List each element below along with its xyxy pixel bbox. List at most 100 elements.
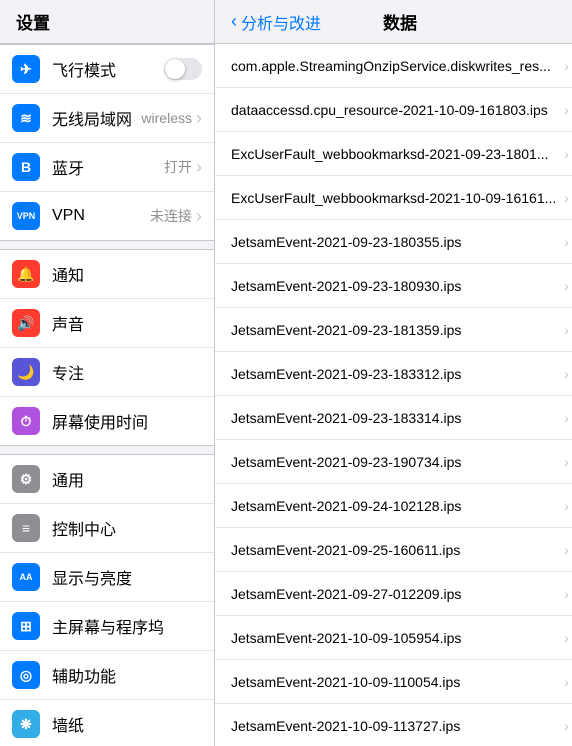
airplane-icon: ✈	[12, 55, 40, 83]
file-chevron-icon: ›	[564, 498, 569, 514]
wifi-value: wireless	[141, 110, 192, 126]
right-panel-title: 数据	[383, 9, 417, 34]
file-chevron-icon: ›	[564, 718, 569, 734]
bluetooth-label: 蓝牙	[52, 155, 164, 179]
bluetooth-icon: B	[12, 153, 40, 181]
sidebar-item-homescreen[interactable]: ⊞ 主屏幕与程序坞	[0, 602, 214, 651]
vpn-value: 未连接	[150, 206, 192, 226]
file-chevron-icon: ›	[564, 674, 569, 690]
file-list-item[interactable]: JetsamEvent-2021-10-09-113727.ips›	[215, 704, 572, 746]
sidebar-item-screentime[interactable]: ⏱ 屏幕使用时间	[0, 397, 214, 445]
file-list: com.apple.StreamingOnzipService.diskwrit…	[215, 44, 572, 746]
file-name: JetsamEvent-2021-09-23-180355.ips	[231, 234, 564, 250]
wallpaper-icon: ❋	[12, 710, 40, 738]
sidebar-item-sound[interactable]: 🔊 声音	[0, 299, 214, 348]
wifi-chevron-icon: ›	[196, 108, 202, 129]
right-header: ‹ 分析与改进 数据	[215, 0, 572, 44]
file-list-item[interactable]: JetsamEvent-2021-09-24-102128.ips›	[215, 484, 572, 528]
file-list-item[interactable]: JetsamEvent-2021-09-23-180355.ips›	[215, 220, 572, 264]
wifi-label: 无线局域网	[52, 106, 141, 130]
sidebar-item-airplane[interactable]: ✈ 飞行模式	[0, 45, 214, 94]
homescreen-label: 主屏幕与程序坞	[52, 614, 202, 638]
file-chevron-icon: ›	[564, 58, 569, 74]
file-list-item[interactable]: JetsamEvent-2021-09-23-181359.ips›	[215, 308, 572, 352]
bluetooth-value: 打开	[164, 157, 192, 177]
notification-label: 通知	[52, 262, 202, 286]
sidebar-item-wifi[interactable]: ≋无线局域网wireless›	[0, 94, 214, 143]
file-list-item[interactable]: JetsamEvent-2021-10-09-110054.ips›	[215, 660, 572, 704]
file-list-item[interactable]: JetsamEvent-2021-09-23-180930.ips›	[215, 264, 572, 308]
vpn-icon: VPN	[12, 202, 40, 230]
sidebar-item-accessibility[interactable]: ◎辅助功能	[0, 651, 214, 700]
file-chevron-icon: ›	[564, 454, 569, 470]
file-name: ExcUserFault_webbookmarksd-2021-10-09-16…	[231, 190, 564, 206]
file-name: JetsamEvent-2021-09-23-181359.ips	[231, 322, 564, 338]
file-list-item[interactable]: JetsamEvent-2021-09-23-183312.ips›	[215, 352, 572, 396]
file-name: JetsamEvent-2021-10-09-110054.ips	[231, 674, 564, 690]
file-list-item[interactable]: ExcUserFault_webbookmarksd-2021-10-09-16…	[215, 176, 572, 220]
file-list-item[interactable]: com.apple.StreamingOnzipService.diskwrit…	[215, 44, 572, 88]
display-label: 显示与亮度	[52, 565, 202, 589]
file-name: com.apple.StreamingOnzipService.diskwrit…	[231, 58, 564, 74]
controlcenter-label: 控制中心	[52, 516, 202, 540]
file-list-item[interactable]: dataaccessd.cpu_resource-2021-10-09-1618…	[215, 88, 572, 132]
file-name: JetsamEvent-2021-09-23-183312.ips	[231, 366, 564, 382]
file-chevron-icon: ›	[564, 410, 569, 426]
file-chevron-icon: ›	[564, 146, 569, 162]
airplane-toggle[interactable]	[164, 58, 202, 80]
file-chevron-icon: ›	[564, 366, 569, 382]
airplane-toggle-knob	[165, 59, 185, 79]
airplane-label: 飞行模式	[52, 57, 164, 81]
screentime-label: 屏幕使用时间	[52, 409, 202, 433]
file-list-item[interactable]: JetsamEvent-2021-09-23-183314.ips›	[215, 396, 572, 440]
general-icon: ⚙	[12, 465, 40, 493]
back-chevron-icon: ‹	[231, 11, 237, 32]
sidebar-content: ✈飞行模式≋无线局域网wireless›B蓝牙打开›VPNVPN未连接›🔔通知🔊…	[0, 44, 214, 746]
sidebar-group-2: ⚙通用≡控制中心AA显示与亮度⊞主屏幕与程序坞◎辅助功能❋墙纸◉Siri 与搜索…	[0, 454, 214, 746]
file-list-item[interactable]: ExcUserFault_webbookmarksd-2021-09-23-18…	[215, 132, 572, 176]
file-name: JetsamEvent-2021-09-23-190734.ips	[231, 454, 564, 470]
display-icon: AA	[12, 563, 40, 591]
screentime-icon: ⏱	[12, 407, 40, 435]
file-name: JetsamEvent-2021-09-24-102128.ips	[231, 498, 564, 514]
sound-label: 声音	[52, 311, 202, 335]
sound-icon: 🔊	[12, 309, 40, 337]
accessibility-label: 辅助功能	[52, 663, 202, 687]
file-list-item[interactable]: JetsamEvent-2021-09-27-012209.ips›	[215, 572, 572, 616]
sidebar-item-focus[interactable]: 🌙 专注	[0, 348, 214, 397]
back-button[interactable]: ‹ 分析与改进	[231, 10, 321, 34]
sidebar-item-controlcenter[interactable]: ≡控制中心	[0, 504, 214, 553]
sidebar-group-0: ✈飞行模式≋无线局域网wireless›B蓝牙打开›VPNVPN未连接›	[0, 44, 214, 241]
vpn-label: VPN	[52, 207, 150, 225]
sidebar-item-vpn[interactable]: VPNVPN未连接›	[0, 192, 214, 240]
sidebar-item-bluetooth[interactable]: B蓝牙打开›	[0, 143, 214, 192]
file-list-item[interactable]: JetsamEvent-2021-10-09-105954.ips›	[215, 616, 572, 660]
general-label: 通用	[52, 467, 202, 491]
sidebar: 设置 ✈飞行模式≋无线局域网wireless›B蓝牙打开›VPNVPN未连接›🔔…	[0, 0, 215, 746]
file-list-item[interactable]: JetsamEvent-2021-09-23-190734.ips›	[215, 440, 572, 484]
right-panel: ‹ 分析与改进 数据 com.apple.StreamingOnzipServi…	[215, 0, 572, 746]
sidebar-item-general[interactable]: ⚙ 通用	[0, 455, 214, 504]
file-chevron-icon: ›	[564, 630, 569, 646]
file-chevron-icon: ›	[564, 586, 569, 602]
sidebar-item-wallpaper[interactable]: ❋ 墙纸	[0, 700, 214, 746]
file-chevron-icon: ›	[564, 322, 569, 338]
file-name: JetsamEvent-2021-09-25-160611.ips	[231, 542, 564, 558]
file-name: JetsamEvent-2021-09-27-012209.ips	[231, 586, 564, 602]
file-name: JetsamEvent-2021-09-23-183314.ips	[231, 410, 564, 426]
wallpaper-label: 墙纸	[52, 712, 202, 736]
focus-label: 专注	[52, 360, 202, 384]
file-chevron-icon: ›	[564, 190, 569, 206]
file-list-item[interactable]: JetsamEvent-2021-09-25-160611.ips›	[215, 528, 572, 572]
back-label: 分析与改进	[241, 10, 321, 34]
file-name: JetsamEvent-2021-10-09-113727.ips	[231, 718, 564, 734]
homescreen-icon: ⊞	[12, 612, 40, 640]
sidebar-item-display[interactable]: AA 显示与亮度	[0, 553, 214, 602]
vpn-chevron-icon: ›	[196, 206, 202, 227]
sidebar-item-notification[interactable]: 🔔通知	[0, 250, 214, 299]
sidebar-title: 设置	[16, 9, 50, 34]
file-chevron-icon: ›	[564, 278, 569, 294]
file-chevron-icon: ›	[564, 234, 569, 250]
focus-icon: 🌙	[12, 358, 40, 386]
sidebar-group-1: 🔔通知 🔊 声音 🌙 专注 ⏱ 屏幕使用时间	[0, 249, 214, 446]
